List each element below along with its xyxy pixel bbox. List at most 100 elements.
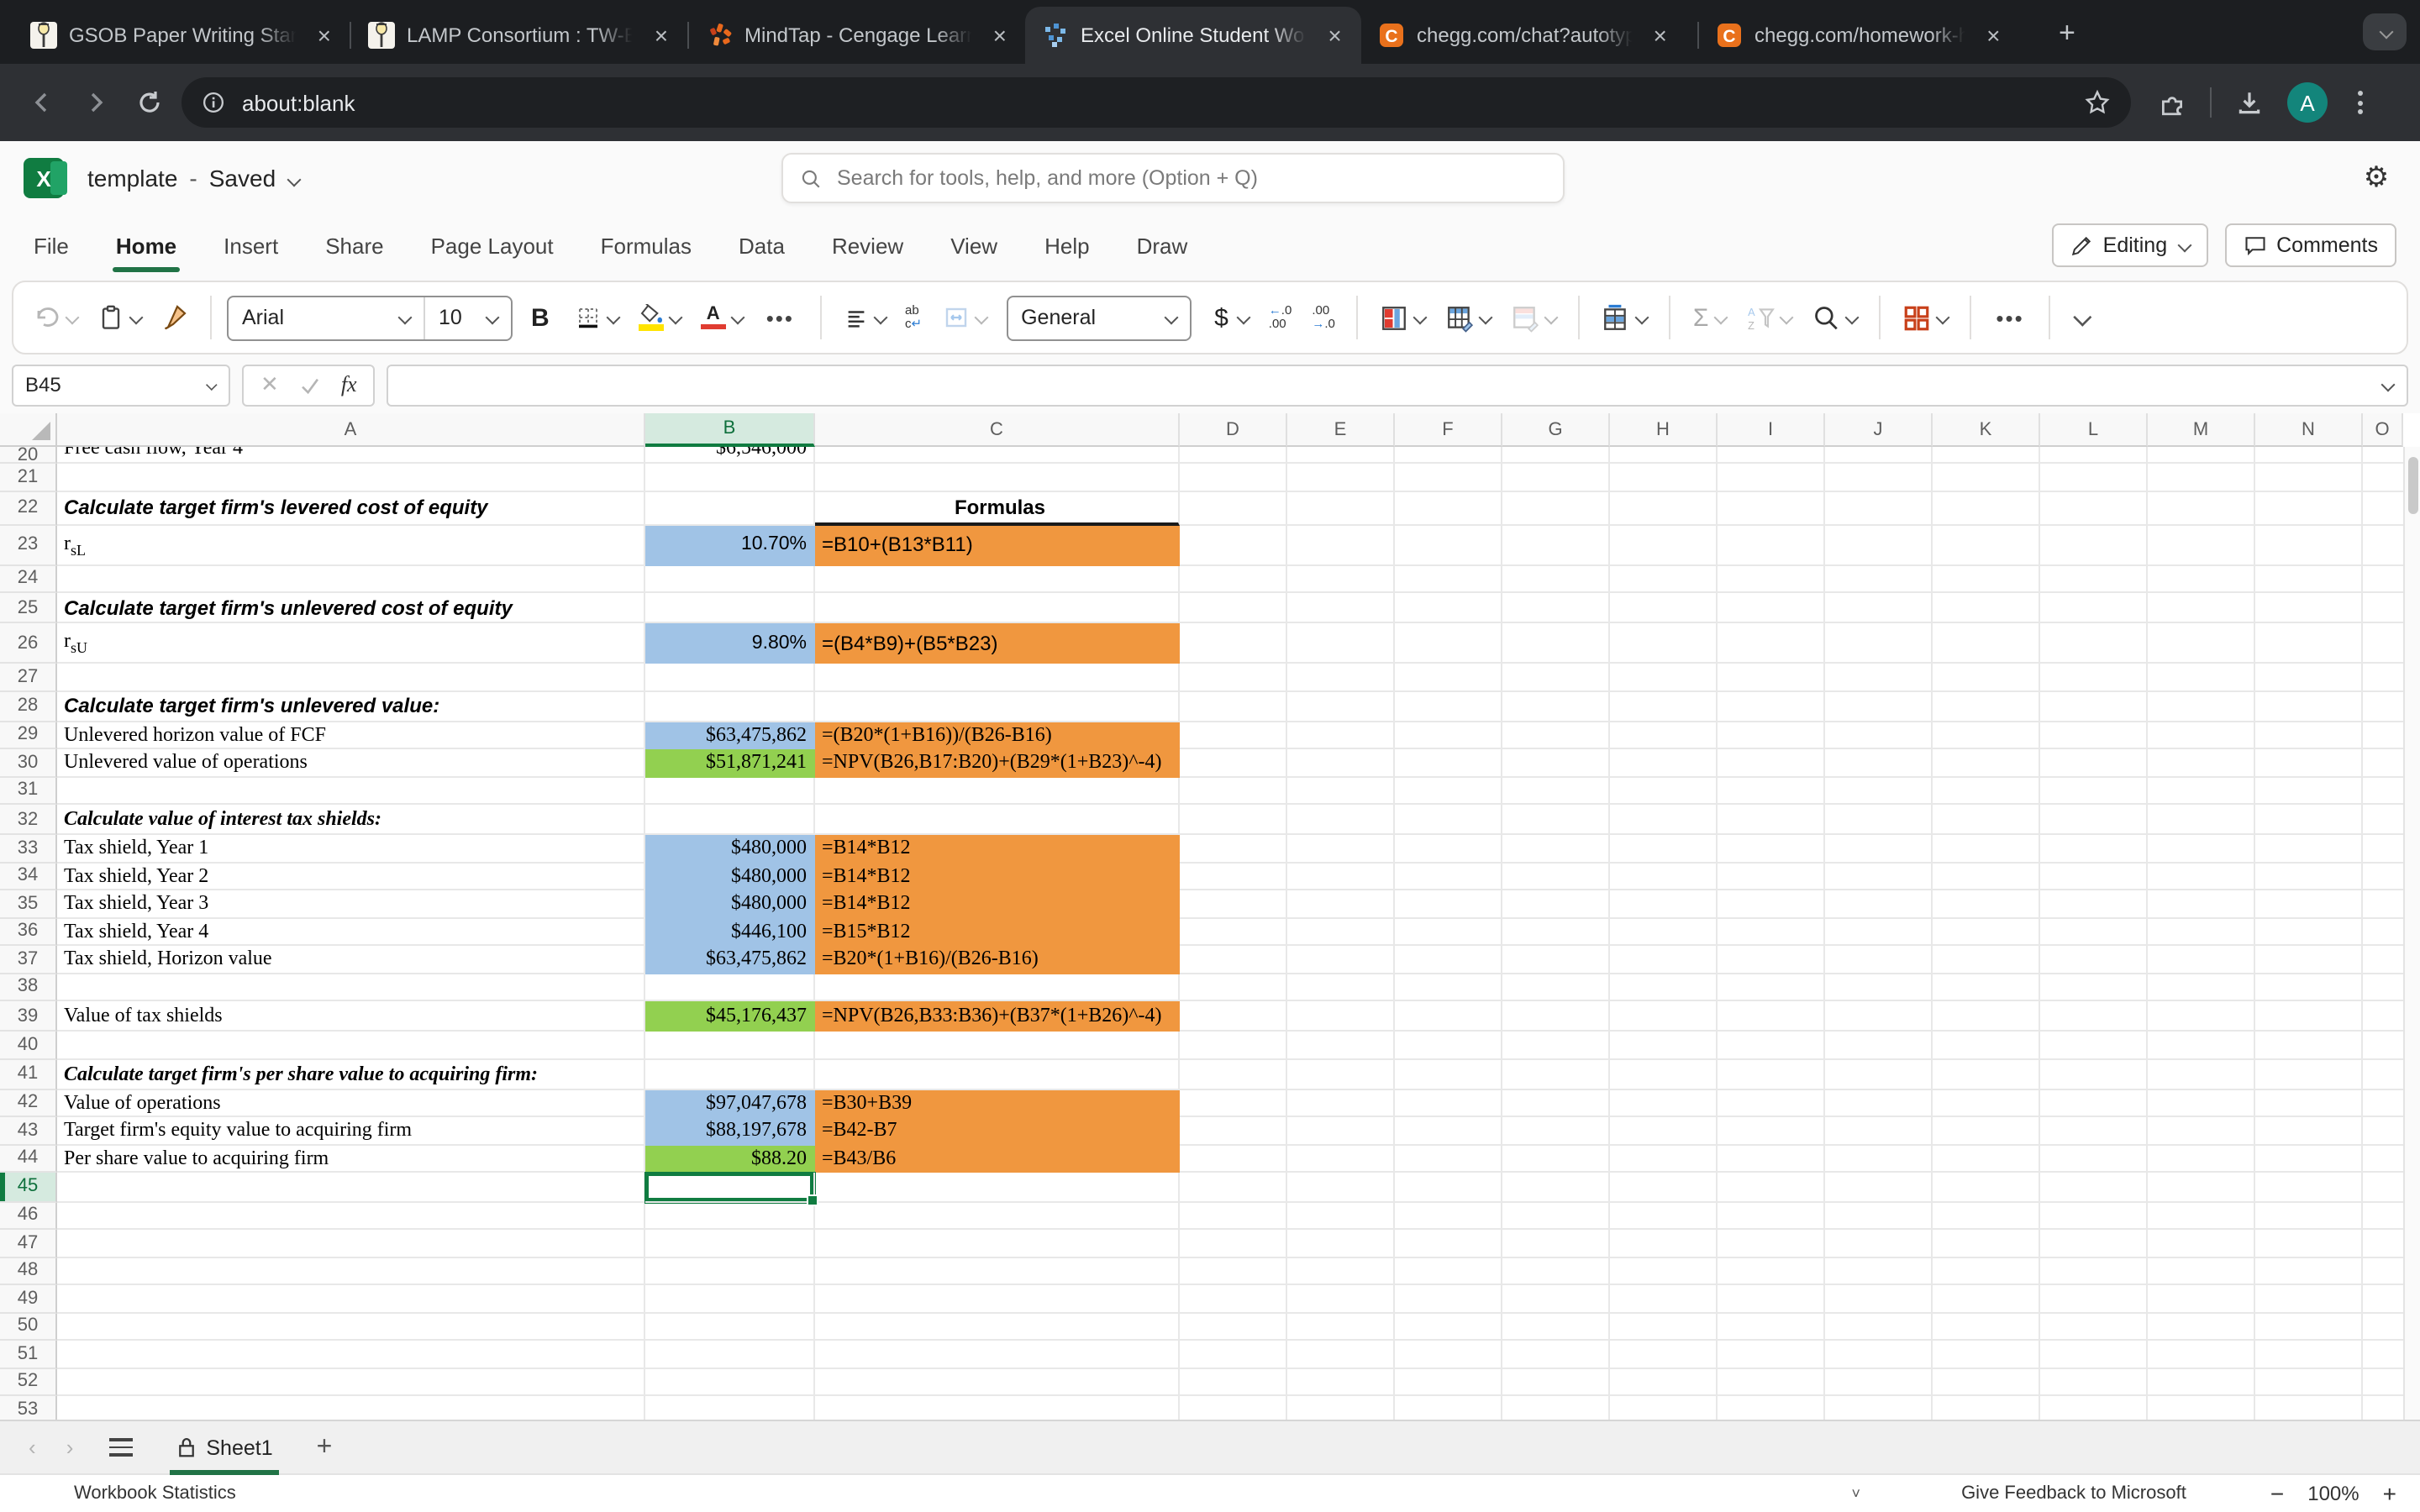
cell-B26[interactable]: 9.80% — [645, 623, 815, 664]
insert-cells-button[interactable] — [1596, 297, 1655, 339]
comments-button[interactable]: Comments — [2224, 223, 2396, 267]
cell-B33[interactable]: $480,000 — [645, 835, 815, 863]
row-header-48[interactable]: 48 — [0, 1257, 57, 1285]
sheet-prev-icon[interactable]: ‹ — [17, 1435, 48, 1460]
sheet-next-icon[interactable]: › — [55, 1435, 86, 1460]
row-header-24[interactable]: 24 — [0, 565, 57, 593]
cells-D-O-35[interactable] — [1180, 890, 2403, 918]
cells-D-O-40[interactable] — [1180, 1032, 2403, 1059]
formula-input[interactable] — [387, 364, 2408, 406]
cell-C47[interactable] — [815, 1230, 1180, 1257]
cell-C30[interactable]: =NPV(B26,B17:B20)+(B29*(1+B23)^-4) — [815, 749, 1180, 777]
cell-A27[interactable] — [57, 664, 645, 691]
browser-tab-2[interactable]: LAMP Consortium : TW-B × — [351, 7, 687, 64]
increase-decimal-button[interactable]: .00 →.0 — [1305, 297, 1342, 338]
workbook-statistics[interactable]: Workbook Statistics — [74, 1483, 236, 1504]
cell-C33[interactable]: =B14*B12 — [815, 835, 1180, 863]
cell-A38[interactable] — [57, 974, 645, 1001]
cell-B51[interactable] — [645, 1341, 815, 1368]
cell-A45[interactable] — [57, 1173, 645, 1202]
browser-tab-3[interactable]: MindTap - Cengage Learn × — [689, 7, 1025, 64]
profile-avatar[interactable]: A — [2287, 82, 2328, 123]
cells-D-O-36[interactable] — [1180, 918, 2403, 946]
number-format-select[interactable]: General — [1006, 295, 1192, 340]
cell-C51[interactable] — [815, 1341, 1180, 1368]
autosum-button[interactable]: Σ — [1686, 297, 1733, 339]
cells-D-O-38[interactable] — [1180, 974, 2403, 1001]
cells-D-O-23[interactable] — [1180, 525, 2403, 565]
cells-D-O-22[interactable] — [1180, 491, 2403, 525]
cells-D-O-51[interactable] — [1180, 1341, 2403, 1368]
cell-A41[interactable]: Calculate target firm's per share value … — [57, 1059, 645, 1089]
column-header-J[interactable]: J — [1825, 413, 1933, 447]
row-header-43[interactable]: 43 — [0, 1117, 57, 1145]
row-header-49[interactable]: 49 — [0, 1285, 57, 1313]
cell-A53[interactable] — [57, 1396, 645, 1420]
excel-logo-icon[interactable]: X — [24, 158, 67, 198]
back-icon[interactable] — [20, 81, 64, 124]
row-header-31[interactable]: 31 — [0, 777, 57, 805]
cells-D-O-45[interactable] — [1180, 1173, 2403, 1202]
column-header-H[interactable]: H — [1610, 413, 1718, 447]
cell-A23[interactable]: rsL — [57, 525, 645, 565]
cell-C26[interactable]: =(B4*B9)+(B5*B23) — [815, 623, 1180, 664]
cell-B27[interactable] — [645, 664, 815, 691]
cell-C23[interactable]: =B10+(B13*B11) — [815, 525, 1180, 565]
cell-B50[interactable] — [645, 1313, 815, 1341]
cell-B35[interactable]: $480,000 — [645, 890, 815, 918]
column-header-F[interactable]: F — [1395, 413, 1502, 447]
enter-check-icon[interactable] — [299, 374, 321, 396]
column-header-I[interactable]: I — [1718, 413, 1825, 447]
cell-C31[interactable] — [815, 777, 1180, 805]
cell-B30[interactable]: $51,871,241 — [645, 749, 815, 777]
row-header-46[interactable]: 46 — [0, 1202, 57, 1230]
cancel-icon[interactable]: ✕ — [260, 371, 279, 398]
cell-C44[interactable]: =B43/B6 — [815, 1145, 1180, 1173]
row-header-47[interactable]: 47 — [0, 1230, 57, 1257]
cell-B52[interactable] — [645, 1368, 815, 1396]
cells-D-O-26[interactable] — [1180, 623, 2403, 664]
browser-tab-1[interactable]: GSOB Paper Writing Stan × — [13, 7, 350, 64]
currency-format-button[interactable]: $ — [1204, 297, 1255, 339]
cell-B24[interactable] — [645, 565, 815, 593]
cell-A29[interactable]: Unlevered horizon value of FCF — [57, 722, 645, 749]
menu-insert[interactable]: Insert — [200, 215, 302, 276]
browser-menu-icon[interactable] — [2351, 91, 2370, 114]
alignment-button[interactable] — [836, 298, 892, 337]
zoom-level[interactable]: 100% — [2307, 1482, 2359, 1505]
format-painter-button[interactable] — [155, 297, 195, 338]
undo-button[interactable] — [27, 297, 84, 338]
cell-A25[interactable]: Calculate target firm's unlevered cost o… — [57, 593, 645, 623]
cell-B40[interactable] — [645, 1032, 815, 1059]
ribbon-collapse-button[interactable] — [2070, 305, 2095, 330]
row-header-37[interactable]: 37 — [0, 946, 57, 974]
font-more-button[interactable]: ••• — [756, 298, 804, 337]
cell-C22[interactable]: Formulas — [815, 491, 1180, 525]
cell-A32[interactable]: Calculate value of interest tax shields: — [57, 805, 645, 835]
browser-tab-4[interactable]: Excel Online Student Wor × — [1025, 7, 1361, 64]
row-header-34[interactable]: 34 — [0, 863, 57, 890]
cell-C27[interactable] — [815, 664, 1180, 691]
feedback-link[interactable]: Give Feedback to Microsoft — [1961, 1483, 2186, 1504]
tab-search-chevron-icon[interactable] — [2363, 13, 2407, 50]
cell-C34[interactable]: =B14*B12 — [815, 863, 1180, 890]
row-header-53[interactable]: 53 — [0, 1396, 57, 1420]
downloads-icon[interactable] — [2235, 88, 2264, 117]
row-header-38[interactable]: 38 — [0, 974, 57, 1001]
cell-A28[interactable]: Calculate target firm's unlevered value: — [57, 691, 645, 722]
tab-close-icon[interactable]: × — [988, 22, 1012, 49]
cells-D-O-33[interactable] — [1180, 835, 2403, 863]
paste-button[interactable] — [91, 297, 148, 338]
merge-cells-button[interactable] — [935, 297, 992, 338]
site-info-icon[interactable] — [202, 91, 225, 114]
cell-C46[interactable] — [815, 1202, 1180, 1230]
cell-C45[interactable] — [815, 1173, 1180, 1202]
column-header-A[interactable]: A — [57, 413, 645, 447]
cell-B34[interactable]: $480,000 — [645, 863, 815, 890]
menu-home[interactable]: Home — [92, 215, 200, 276]
sheet-tab-sheet1[interactable]: Sheet1 — [155, 1420, 292, 1474]
cells-D-O-50[interactable] — [1180, 1313, 2403, 1341]
column-header-C[interactable]: C — [815, 413, 1180, 447]
zoom-in-button[interactable]: + — [2383, 1480, 2396, 1507]
cell-B44[interactable]: $88.20 — [645, 1145, 815, 1173]
